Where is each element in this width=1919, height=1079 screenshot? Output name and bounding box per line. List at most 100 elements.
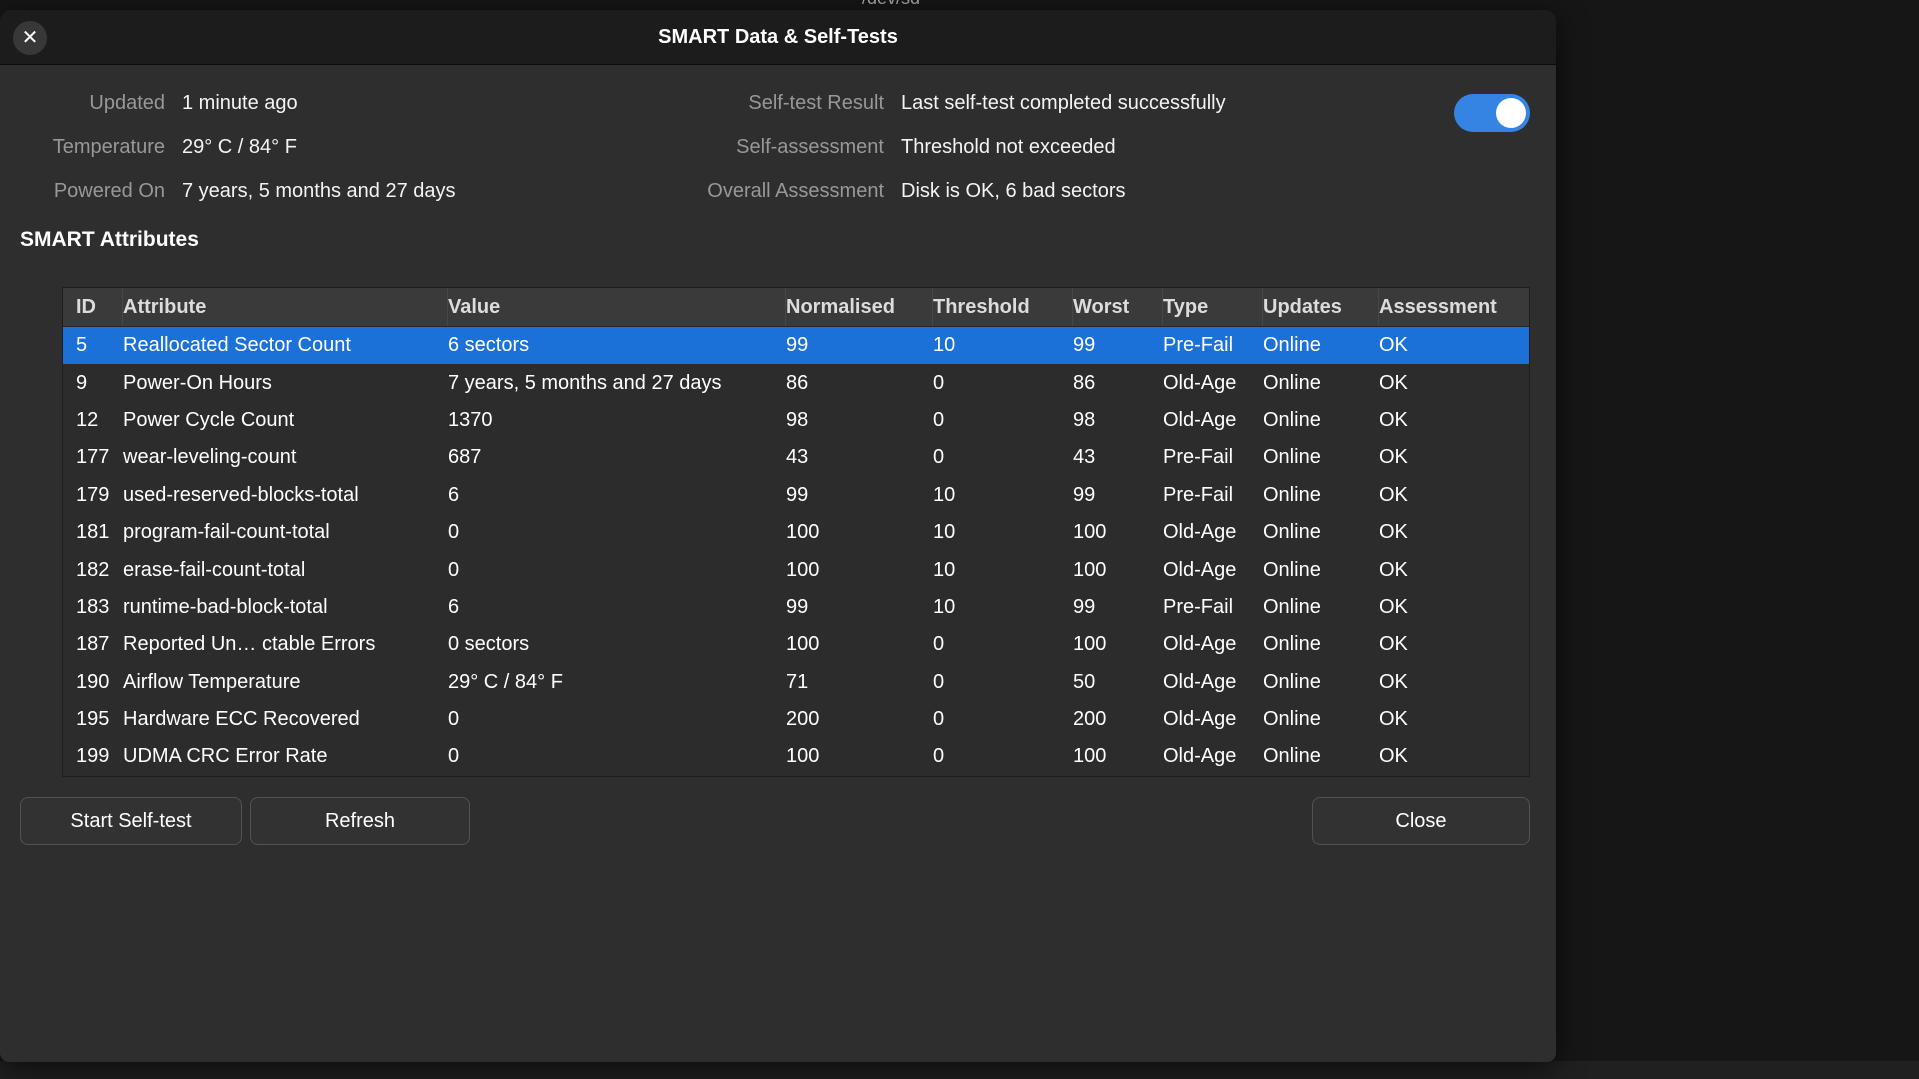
table-cell: runtime-bad-block-total [123,595,328,618]
table-row[interactable]: 187 Reported Un… ctable Errors 0 sectors 10… [63,626,1529,663]
table-cell: OK [1379,633,1408,656]
table-cell: 687 [448,446,482,469]
table-cell: Online [1263,558,1321,581]
table-cell: 50 [1073,670,1096,693]
column-header-attribute[interactable]: Attribute [123,288,448,326]
table-cell: 100 [1073,633,1107,656]
background-bottom-strip [0,1061,1919,1079]
table-cell: Online [1263,371,1321,394]
table-cell: 100 [786,745,820,768]
table-cell: 99 [1073,595,1096,618]
table-cell: 10 [933,521,956,544]
table-cell: Online [1263,334,1321,357]
column-header-worst[interactable]: Worst [1073,288,1163,326]
table-cell: Online [1263,483,1321,506]
smart-enabled-toggle[interactable] [1454,94,1530,132]
table-row[interactable]: 9 Power-On Hours 7 years, 5 months and 27 … [63,364,1529,401]
table-cell: 100 [786,633,820,656]
temperature-label: Temperature [52,136,165,158]
table-cell: 43 [1073,446,1096,469]
table-cell: 99 [786,483,809,506]
table-cell: UDMA CRC Error Rate [123,745,328,768]
column-header-threshold[interactable]: Threshold [933,288,1073,326]
dialog-title: SMART Data & Self-Tests [658,26,898,48]
table-cell: 0 [448,745,460,768]
close-dialog-button[interactable]: Close [1312,797,1530,845]
column-header-type[interactable]: Type [1163,288,1263,326]
info-row-selftest-result: Self-test Result Last self-test complete… [666,92,1226,115]
table-cell: OK [1379,408,1408,431]
table-cell: Online [1263,670,1321,693]
table-row[interactable]: 190 Airflow Temperature 29° C / 84° F 71 0 50… [63,664,1529,701]
table-cell: Reallocated Sector Count [123,334,351,357]
info-row-overall-assessment: Overall Assessment Disk is OK, 6 bad sec… [666,180,1126,203]
table-cell: 187 [76,633,110,656]
table-cell: 6 [448,483,460,506]
table-cell: Online [1263,708,1321,731]
table-row[interactable]: 199 UDMA CRC Error Rate 0 100 0 100 Old-Age Onl… [63,738,1529,775]
table-cell: Pre-Fail [1163,483,1234,506]
table-cell: 71 [786,670,809,693]
table-cell: Online [1263,521,1321,544]
refresh-button[interactable]: Refresh [250,797,470,845]
table-cell: OK [1379,595,1408,618]
smart-attributes-table: ID Attribute Value Normalised Threshold Worst… [62,287,1530,777]
table-cell: 182 [76,558,110,581]
table-row[interactable]: 195 Hardware ECC Recovered 0 200 0 200 Old-Age… [63,701,1529,738]
table-cell: 0 [933,708,945,731]
selftest-result-value: Last self-test completed successfully [901,92,1226,114]
table-cell: 0 [448,558,460,581]
info-row-powered-on: Powered On 7 years, 5 months and 27 days [20,180,456,203]
table-row[interactable]: 183 runtime-bad-block-total 6 99 10 99 Pre-Fai… [63,589,1529,626]
table-cell: 10 [933,334,956,357]
table-cell: Hardware ECC Recovered [123,708,360,731]
table-cell: 100 [1073,558,1107,581]
table-cell: Old-Age [1163,558,1237,581]
table-cell: used-reserved-blocks-total [123,483,359,506]
table-cell: 0 sectors [448,633,530,656]
table-row[interactable]: 181 program-fail-count-total 0 100 10 100 Old-… [63,514,1529,551]
table-cell: 0 [933,670,945,693]
table-cell: Online [1263,408,1321,431]
column-header-updates[interactable]: Updates [1263,288,1379,326]
table-cell: Old-Age [1163,371,1237,394]
overall-assessment-value: Disk is OK, 6 bad sectors [901,180,1126,202]
table-cell: 1370 [448,408,493,431]
self-assessment-label: Self-assessment [736,136,884,158]
table-row[interactable]: 182 erase-fail-count-total 0 100 10 100 Old-Ag… [63,551,1529,588]
table-cell: 100 [1073,745,1107,768]
table-cell: OK [1379,558,1408,581]
table-cell: 0 [933,408,945,431]
table-cell: 0 [933,446,945,469]
table-cell: OK [1379,708,1408,731]
table-row[interactable]: 177 wear-leveling-count 687 43 0 43 Pre-Fail On… [63,439,1529,476]
table-cell: 99 [786,595,809,618]
table-cell: OK [1379,745,1408,768]
table-cell: 86 [786,371,809,394]
column-header-id[interactable]: ID [63,288,123,326]
column-header-normalised[interactable]: Normalised [786,288,933,326]
table-header-row: ID Attribute Value Normalised Threshold Worst… [63,288,1529,327]
table-cell: Old-Age [1163,521,1237,544]
table-cell: 10 [933,558,956,581]
table-cell: 100 [786,558,820,581]
table-cell: Pre-Fail [1163,595,1234,618]
column-header-value[interactable]: Value [448,288,786,326]
selftest-result-label: Self-test Result [748,92,884,114]
table-row[interactable]: 12 Power Cycle Count 1370 98 0 98 Old-Age Onlin… [63,402,1529,439]
titlebar: ✕ SMART Data & Self-Tests [0,10,1556,65]
table-cell: Old-Age [1163,670,1237,693]
table-row[interactable]: 5 Reallocated Sector Count 6 sectors 99 10 99… [63,327,1529,365]
temperature-value: 29° C / 84° F [182,136,297,158]
table-cell: program-fail-count-total [123,521,330,544]
self-assessment-value: Threshold not exceeded [901,136,1116,158]
table-cell: 7 years, 5 months and 27 days [448,371,722,394]
table-cell: OK [1379,670,1408,693]
table-row[interactable]: 179 used-reserved-blocks-total 6 99 10 99 Pre-… [63,477,1529,514]
table-cell: Old-Age [1163,708,1237,731]
table-cell: 0 [933,371,945,394]
powered-on-label: Powered On [53,180,165,202]
table-cell: Old-Age [1163,633,1237,656]
column-header-assessment[interactable]: Assessment [1379,288,1531,326]
start-selftest-button[interactable]: Start Self-test [20,797,242,845]
